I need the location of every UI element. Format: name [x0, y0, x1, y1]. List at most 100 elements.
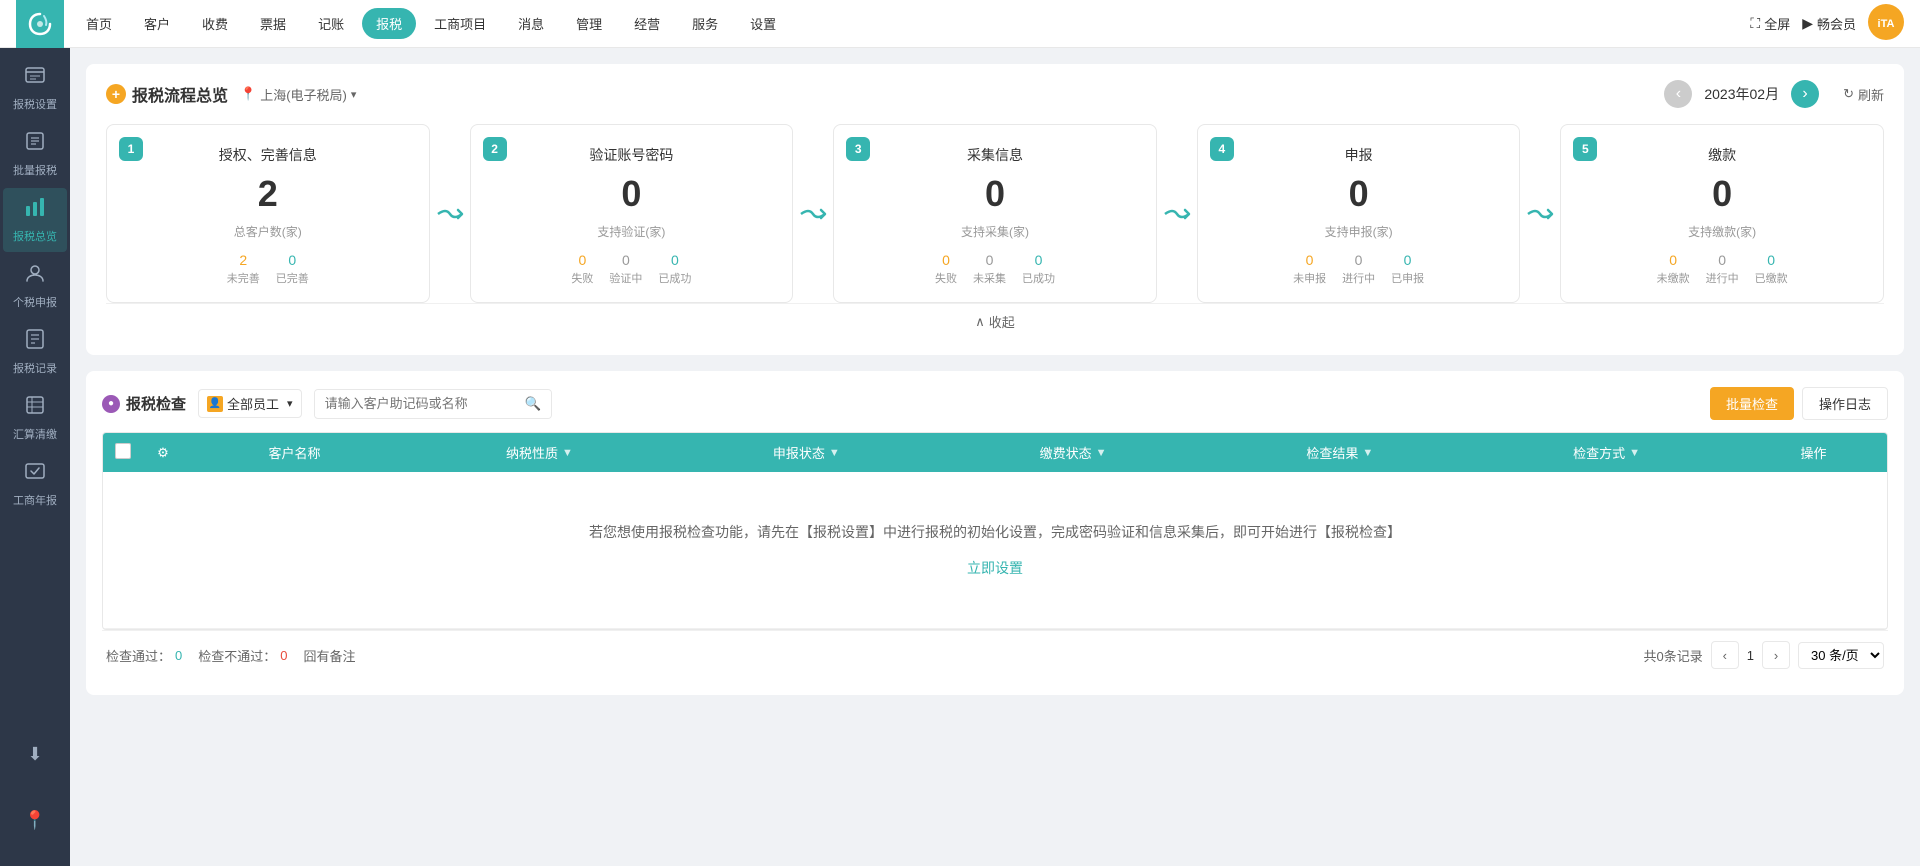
next-month-button[interactable]: ›: [1791, 80, 1819, 108]
th-settings: ⚙: [143, 433, 183, 472]
nav-invoices[interactable]: 票据: [246, 8, 300, 39]
stat-3-2: 0 已成功: [1022, 252, 1055, 286]
sidebar-label-settlement: 汇算清缴: [13, 426, 57, 442]
step-title-3: 采集信息: [850, 145, 1140, 165]
nav-menu: 首页 客户 收费 票据 记账 报税 工商项目 消息 管理 经营 服务 设置: [72, 8, 1750, 39]
filter-icon-1[interactable]: ▼: [562, 447, 573, 459]
staff-filter[interactable]: 👤 全部员工 ▾: [198, 389, 302, 418]
sidebar-item-download[interactable]: ⬇: [3, 722, 67, 786]
th-check-result: 检查结果 ▼: [1206, 433, 1473, 472]
step-num-5: 5: [1573, 137, 1597, 161]
sidebar-item-settlement[interactable]: 汇算清缴: [3, 386, 67, 450]
note-label: 囧有备注: [304, 646, 356, 665]
step-title-4: 申报: [1214, 145, 1504, 165]
member-button[interactable]: ▶ 畅会员: [1802, 14, 1856, 33]
prev-page-button[interactable]: ‹: [1711, 641, 1739, 669]
current-month: 2023年02月: [1704, 84, 1779, 104]
nav-services[interactable]: 服务: [678, 8, 732, 39]
search-box: 🔍: [314, 389, 553, 419]
nav-home[interactable]: 首页: [72, 8, 126, 39]
step-sub-5: 支持缴款(家): [1577, 223, 1867, 240]
pass-label: 检查通过：: [106, 646, 171, 665]
search-icon: 🔍: [525, 396, 542, 411]
avatar[interactable]: iTA: [1868, 4, 1904, 43]
nav-messages[interactable]: 消息: [504, 8, 558, 39]
page-size-select[interactable]: 30 条/页: [1798, 642, 1884, 669]
stat-5-0: 0 未缴款: [1657, 252, 1690, 286]
main-content: + 报税流程总览 📍 上海(电子税局) ▾ ‹ 2023年02月 › ↻ 刷新 …: [70, 48, 1920, 866]
location-pin-icon: 📍: [240, 86, 256, 102]
collapse-icon: ∧: [975, 314, 985, 330]
pass-count[interactable]: 0: [175, 648, 182, 663]
sidebar-item-location[interactable]: 📍: [3, 788, 67, 852]
personal-tax-icon: [24, 262, 46, 290]
step-big-num-3: 0: [850, 173, 1140, 215]
nav-fees[interactable]: 收费: [188, 8, 242, 39]
nav-operations[interactable]: 经营: [620, 8, 674, 39]
sidebar-item-tax-settings[interactable]: 报税设置: [3, 56, 67, 120]
nav-clients[interactable]: 客户: [130, 8, 184, 39]
nav-management[interactable]: 管理: [562, 8, 616, 39]
setup-link[interactable]: 立即设置: [967, 560, 1023, 576]
sidebar-label-tax-settings: 报税设置: [13, 96, 57, 112]
current-page: 1: [1747, 648, 1754, 663]
filter-icon-2[interactable]: ▼: [829, 447, 840, 459]
tax-settings-icon: [24, 64, 46, 92]
operation-log-button[interactable]: 操作日志: [1802, 387, 1888, 420]
flow-card-header: + 报税流程总览 📍 上海(电子税局) ▾ ‹ 2023年02月 › ↻ 刷新: [106, 80, 1884, 108]
nav-business[interactable]: 工商项目: [420, 8, 500, 39]
batch-check-button[interactable]: 批量检查: [1710, 387, 1794, 420]
stat-1-0: 2 未完善: [227, 252, 260, 286]
check-actions: 批量检查 操作日志: [1710, 387, 1888, 420]
flow-step-4: 4 申报 0 支持申报(家) 0 未申报 0 进行中 0 已申报: [1197, 124, 1521, 303]
filter-icon-4[interactable]: ▼: [1362, 447, 1373, 459]
stat-num-2-2: 0: [671, 252, 679, 268]
chevron-down-icon: ▾: [351, 88, 357, 101]
empty-message: 若您想使用报税检查功能，请先在【报税设置】中进行报税的初始化设置，完成密码验证和…: [135, 522, 1855, 542]
column-settings-icon[interactable]: ⚙: [157, 445, 169, 460]
filter-icon-5[interactable]: ▼: [1629, 447, 1640, 459]
collapse-button[interactable]: ∧ 收起: [106, 303, 1884, 339]
step-big-num-5: 0: [1577, 173, 1867, 215]
pagination: 共0条记录 ‹ 1 › 30 条/页: [1644, 641, 1884, 669]
stat-num-3-0: 0: [942, 252, 950, 268]
location-selector[interactable]: 📍 上海(电子税局) ▾: [240, 85, 356, 104]
th-checkbox: [103, 433, 143, 472]
sidebar-item-annual-report[interactable]: 工商年报: [3, 452, 67, 516]
table-footer: 检查通过： 0 检查不通过： 0 囧有备注 共0条记录 ‹ 1 › 30 条/页: [102, 630, 1888, 679]
sidebar-label-batch-tax: 批量报税: [13, 162, 57, 178]
nav-settings[interactable]: 设置: [736, 8, 790, 39]
th-check-method-label: 检查方式: [1573, 443, 1625, 462]
select-all-checkbox[interactable]: [115, 443, 131, 459]
step-big-num-4: 0: [1214, 173, 1504, 215]
table-container: ⚙ 客户名称 纳税性质 ▼: [102, 432, 1888, 630]
search-input[interactable]: [315, 390, 515, 417]
sidebar-item-tax-records[interactable]: 报税记录: [3, 320, 67, 384]
flow-steps: 1 授权、完善信息 2 总客户数(家) 2 未完善 0 已完善: [106, 124, 1884, 303]
sidebar-item-personal-tax[interactable]: 个税申报: [3, 254, 67, 318]
search-button[interactable]: 🔍: [515, 390, 552, 418]
sidebar-bottom: ⬇ 📍: [3, 722, 67, 866]
sidebar-label-tax-overview: 报税总览: [13, 228, 57, 244]
step-stats-3: 0 失败 0 未采集 0 已成功: [850, 252, 1140, 286]
step-big-num-1: 2: [123, 173, 413, 215]
refresh-icon: ↻: [1843, 86, 1854, 102]
refresh-button[interactable]: ↻ 刷新: [1843, 85, 1884, 104]
fail-count[interactable]: 0: [280, 648, 287, 663]
fullscreen-button[interactable]: ⛶ 全屏: [1750, 14, 1790, 33]
next-page-button[interactable]: ›: [1762, 641, 1790, 669]
step-sub-4: 支持申报(家): [1214, 223, 1504, 240]
sidebar-item-tax-overview[interactable]: 报税总览: [3, 188, 67, 252]
flow-step-3: 3 采集信息 0 支持采集(家) 0 失败 0 未采集 0 已成功: [833, 124, 1157, 303]
nav-bookkeeping[interactable]: 记账: [304, 8, 358, 39]
filter-icon-3[interactable]: ▼: [1096, 447, 1107, 459]
stat-4-0: 0 未申报: [1293, 252, 1326, 286]
th-client-name: 客户名称: [183, 433, 406, 472]
stat-label-1-1: 已完善: [276, 270, 309, 286]
prev-month-button[interactable]: ‹: [1664, 80, 1692, 108]
stat-label-1-0: 未完善: [227, 270, 260, 286]
stat-num-4-2: 0: [1404, 252, 1412, 268]
sidebar-item-batch-tax[interactable]: 批量报税: [3, 122, 67, 186]
flow-overview-card: + 报税流程总览 📍 上海(电子税局) ▾ ‹ 2023年02月 › ↻ 刷新 …: [86, 64, 1904, 355]
nav-tax[interactable]: 报税: [362, 8, 416, 39]
